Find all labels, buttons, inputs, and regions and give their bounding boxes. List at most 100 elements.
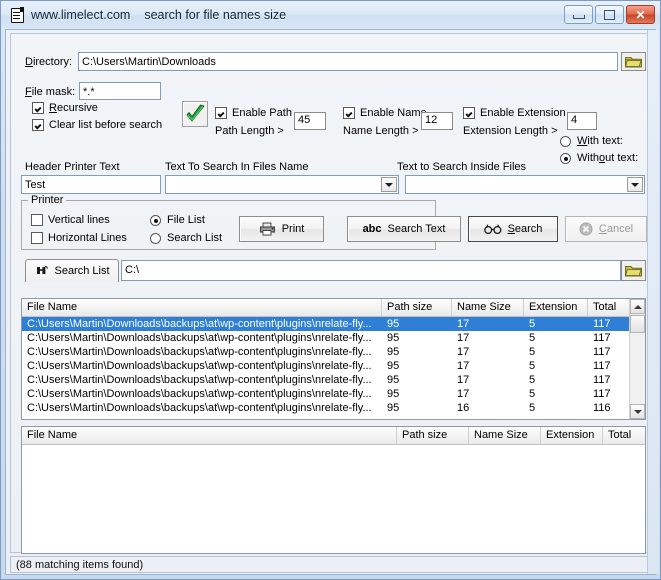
header-printer-input[interactable]: Test: [21, 175, 161, 194]
window-right-gutter: [647, 30, 659, 574]
search-list-radio[interactable]: [150, 233, 161, 244]
directory-input[interactable]: C:\Users\Martin\Downloads: [78, 52, 618, 71]
filemask-label: File mask:: [25, 86, 76, 98]
abc-icon: abc: [362, 223, 382, 235]
apply-filters-button[interactable]: [182, 101, 208, 127]
close-icon: ✕: [635, 7, 646, 22]
folder-icon-2: [625, 266, 642, 277]
secondary-col-2[interactable]: Name Size: [469, 427, 541, 444]
extension-length-input[interactable]: 4: [567, 112, 597, 130]
directory-browse-button[interactable]: [621, 52, 646, 71]
search-path-browse-button[interactable]: [621, 260, 646, 281]
results-col-3[interactable]: Extension: [524, 299, 588, 316]
table-cell: 17: [457, 388, 470, 400]
status-bar: (88 matching items found): [10, 556, 651, 573]
enable-name-checkbox[interactable]: [343, 107, 355, 119]
without-text-label: Without text:: [577, 152, 639, 164]
binoculars-icon-2: [37, 265, 49, 274]
green-check-icon: [186, 104, 205, 122]
chevron-down-icon[interactable]: [381, 177, 397, 192]
search-button[interactable]: Search: [468, 216, 558, 242]
without-text-radio[interactable]: [560, 153, 571, 164]
table-cell: C:\Users\Martin\Downloads\backups\at\wp-…: [22, 317, 382, 331]
clear-list-checkbox[interactable]: [32, 119, 44, 131]
enable-name-label: Enable Name: [360, 107, 427, 119]
vertical-lines-checkbox[interactable]: [31, 214, 43, 226]
table-cell: C:\Users\Martin\Downloads\backups\at\wp-…: [27, 374, 372, 386]
table-cell: 5: [529, 388, 536, 400]
results-col-4[interactable]: Total: [588, 299, 632, 316]
table-row[interactable]: C:\Users\Martin\Downloads\backups\at\wp-…: [22, 373, 645, 387]
table-row[interactable]: C:\Users\Martin\Downloads\backups\at\wp-…: [22, 345, 645, 359]
enable-extension-label: Enable Extension: [480, 107, 566, 119]
close-button[interactable]: ✕: [626, 5, 655, 24]
recursive-checkbox[interactable]: [32, 102, 44, 114]
results-col-1[interactable]: Path size: [382, 299, 452, 316]
cancel-icon: [579, 222, 593, 236]
table-cell: 117: [593, 388, 611, 400]
table-cell: C:\Users\Martin\Downloads\backups\at\wp-…: [27, 332, 372, 344]
enable-path-label: Enable Path: [232, 107, 292, 119]
search-list-label: Search List: [167, 232, 223, 244]
table-row[interactable]: C:\Users\Martin\Downloads\backups\at\wp-…: [22, 317, 645, 331]
maximize-button[interactable]: [595, 5, 624, 24]
with-text-radio[interactable]: [560, 136, 571, 147]
secondary-col-3[interactable]: Extension: [541, 427, 603, 444]
text-inside-files-combo[interactable]: [405, 175, 645, 194]
table-cell: 5: [529, 402, 536, 414]
results-body: C:\Users\Martin\Downloads\backups\at\wp-…: [22, 317, 645, 415]
name-length-input[interactable]: 12: [421, 112, 453, 130]
table-row[interactable]: C:\Users\Martin\Downloads\backups\at\wp-…: [22, 387, 645, 401]
horizontal-lines-checkbox[interactable]: [31, 232, 43, 244]
search-list-tab[interactable]: Search List: [25, 259, 119, 282]
scroll-up-icon[interactable]: [630, 299, 645, 314]
scroll-thumb[interactable]: [630, 315, 645, 333]
search-path-input[interactable]: C:\: [121, 260, 621, 281]
search-text-button[interactable]: abc Search Text: [347, 216, 461, 242]
window-controls: ✕: [564, 5, 655, 24]
minimize-button[interactable]: [564, 5, 593, 24]
search-button-label: Search: [507, 223, 543, 235]
secondary-col-4[interactable]: Total: [603, 427, 645, 444]
print-button[interactable]: Print: [239, 216, 324, 242]
file-list-radio[interactable]: [150, 215, 161, 226]
path-length-input[interactable]: 45: [294, 112, 326, 130]
secondary-col-1[interactable]: Path size: [397, 427, 469, 444]
table-cell: 16: [457, 402, 470, 414]
table-cell: 95: [387, 388, 400, 400]
with-text-label: With text:: [577, 135, 623, 147]
table-cell: 117: [593, 374, 611, 386]
secondary-col-0[interactable]: File Name: [22, 427, 397, 444]
horizontal-lines-label: Horizontal Lines: [48, 232, 127, 244]
table-row[interactable]: C:\Users\Martin\Downloads\backups\at\wp-…: [22, 401, 645, 415]
search-list-tab-label: Search List: [54, 265, 110, 277]
enable-extension-checkbox[interactable]: [463, 107, 475, 119]
enable-path-checkbox[interactable]: [215, 107, 227, 119]
text-in-filename-combo[interactable]: [165, 175, 399, 194]
results-header-row: File Name Path size Name Size Extension …: [22, 299, 645, 317]
table-row[interactable]: C:\Users\Martin\Downloads\backups\at\wp-…: [22, 359, 645, 373]
table-cell: 17: [457, 318, 470, 330]
table-cell: 95: [387, 318, 400, 330]
table-cell: 5: [529, 318, 536, 330]
table-cell: 95: [387, 332, 400, 344]
table-cell: 117: [593, 332, 611, 344]
results-vertical-scrollbar[interactable]: [629, 299, 645, 419]
table-cell: 95: [387, 374, 400, 386]
table-cell: 95: [387, 402, 400, 414]
table-cell: C:\Users\Martin\Downloads\backups\at\wp-…: [27, 402, 372, 414]
cancel-button[interactable]: Cancel: [565, 216, 647, 242]
results-col-2[interactable]: Name Size: [452, 299, 524, 316]
extension-length-label: Extension Length >: [463, 125, 558, 137]
results-listview[interactable]: File Name Path size Name Size Extension …: [21, 298, 646, 420]
clear-list-label: Clear list before search: [49, 119, 163, 131]
secondary-listview[interactable]: File Name Path size Name Size Extension …: [21, 426, 646, 554]
print-button-label: Print: [281, 223, 305, 235]
results-col-0[interactable]: File Name: [22, 299, 382, 316]
recursive-label: Recursive: [49, 102, 98, 114]
table-row[interactable]: C:\Users\Martin\Downloads\backups\at\wp-…: [22, 331, 645, 345]
scroll-down-icon[interactable]: [630, 404, 645, 419]
chevron-down-icon-2[interactable]: [627, 177, 643, 192]
filemask-input[interactable]: *.*: [79, 82, 161, 100]
main-panel: Directory: C:\Users\Martin\Downloads Fil…: [10, 33, 651, 554]
